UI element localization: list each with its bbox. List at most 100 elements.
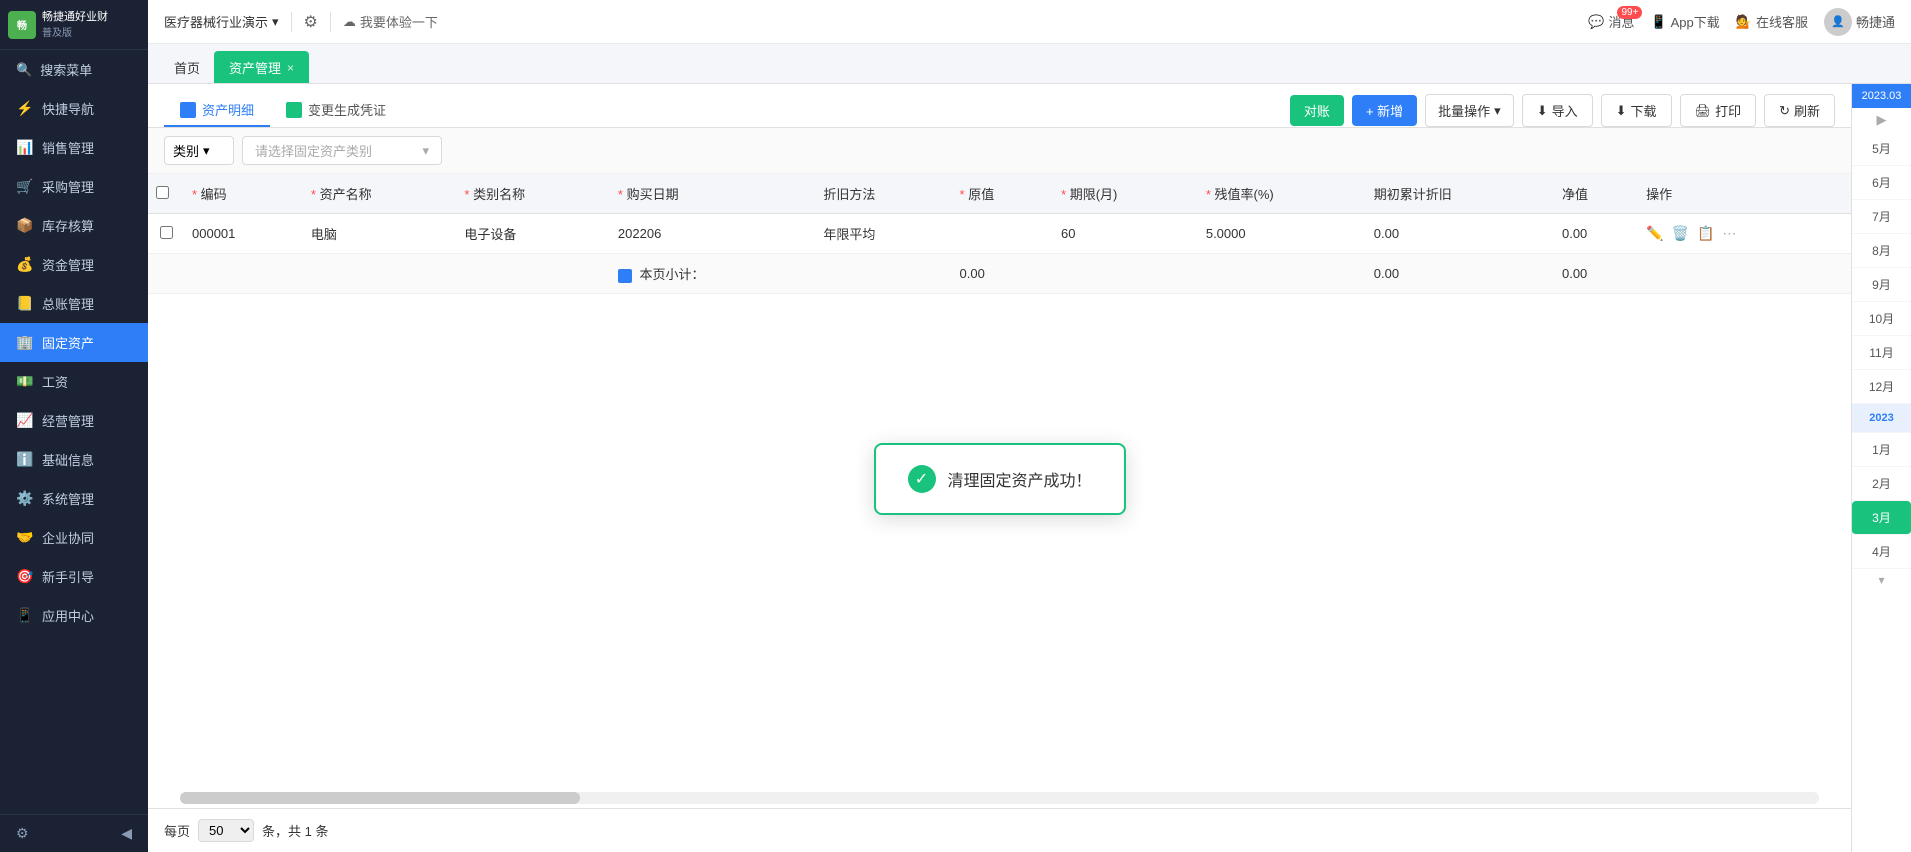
print-button[interactable]: 🖨 打印 bbox=[1680, 94, 1757, 127]
cell-residual-rate: 5.0000 bbox=[1198, 214, 1366, 254]
avatar: 👤 bbox=[1824, 8, 1852, 36]
subtotal-empty8 bbox=[1638, 254, 1851, 294]
sidebar-item-ledger[interactable]: 📒 总账管理 bbox=[0, 284, 148, 323]
topbar-divider bbox=[291, 12, 292, 32]
subtotal-empty3 bbox=[303, 254, 457, 294]
sidebar-item-label: 采购管理 bbox=[42, 177, 94, 196]
more-icon[interactable]: ⋯ bbox=[1722, 225, 1736, 242]
sidebar-item-salary[interactable]: 💵 工资 bbox=[0, 362, 148, 401]
cal-scroll-down[interactable]: ▾ bbox=[1852, 569, 1911, 591]
refresh-button[interactable]: ↻ 刷新 bbox=[1764, 94, 1835, 127]
sidebar-item-label: 销售管理 bbox=[42, 138, 94, 157]
funds-icon: 💰 bbox=[16, 256, 34, 274]
sidebar-item-purchase[interactable]: 🛒 采购管理 bbox=[0, 167, 148, 206]
cal-month-1[interactable]: 1月 bbox=[1852, 433, 1911, 467]
tab-close-icon[interactable]: × bbox=[287, 61, 294, 75]
sidebar-item-fixed-assets[interactable]: 🏢 固定资产 bbox=[0, 323, 148, 362]
cal-month-7[interactable]: 7月 bbox=[1852, 200, 1911, 234]
table-row: 000001 电脑 电子设备 202206 年限平均 60 5.0000 0.0… bbox=[148, 214, 1851, 254]
cal-month-4[interactable]: 4月 bbox=[1852, 535, 1911, 569]
sidebar-item-quick-nav[interactable]: ⚡ 快捷导航 bbox=[0, 89, 148, 128]
calendar-toggle[interactable]: ▶ bbox=[1852, 108, 1911, 132]
cal-month-3-current[interactable]: 3月 bbox=[1852, 501, 1911, 535]
row-checkbox-cell[interactable] bbox=[148, 214, 184, 254]
import-button[interactable]: ⬇ 导入 bbox=[1522, 94, 1593, 127]
select-all-checkbox[interactable] bbox=[156, 186, 169, 199]
experience-label: 我要体验一下 bbox=[360, 12, 438, 31]
cell-purchase-date: 202206 bbox=[610, 214, 815, 254]
sidebar-item-inventory[interactable]: 📦 库存核算 bbox=[0, 206, 148, 245]
cal-month-6[interactable]: 6月 bbox=[1852, 166, 1911, 200]
col-category: 类别名称 bbox=[456, 174, 610, 214]
delete-icon[interactable]: 🗑️ bbox=[1672, 225, 1689, 242]
message-button[interactable]: 💬 消息 99+ bbox=[1588, 12, 1634, 31]
category-select[interactable]: 类别 ▾ bbox=[164, 136, 234, 165]
calendar-months: 5月 6月 7月 8月 9月 10月 11月 12月 2023 1月 2月 3月… bbox=[1852, 132, 1911, 852]
sidebar-item-label: 资金管理 bbox=[42, 255, 94, 274]
pagination: 每页 50 100 200 条，共 1 条 bbox=[148, 808, 1851, 852]
sales-icon: 📊 bbox=[16, 139, 34, 157]
guide-icon: 🎯 bbox=[16, 568, 34, 586]
sidebar-item-operations[interactable]: 📈 经营管理 bbox=[0, 401, 148, 440]
sidebar-item-funds[interactable]: 💰 资金管理 bbox=[0, 245, 148, 284]
page-size-select[interactable]: 50 100 200 bbox=[198, 819, 254, 842]
cal-month-12[interactable]: 12月 bbox=[1852, 370, 1911, 404]
cal-month-5[interactable]: 5月 bbox=[1852, 132, 1911, 166]
sidebar-item-sales[interactable]: 📊 销售管理 bbox=[0, 128, 148, 167]
sidebar-item-app-center[interactable]: 📱 应用中心 bbox=[0, 596, 148, 635]
cal-month-2[interactable]: 2月 bbox=[1852, 467, 1911, 501]
search-menu-button[interactable]: 🔍 搜索菜单 bbox=[0, 50, 148, 89]
reconcile-button[interactable]: 对账 bbox=[1290, 95, 1344, 126]
tab-home[interactable]: 首页 bbox=[164, 52, 210, 83]
sidebar-item-basic-info[interactable]: ℹ️ 基础信息 bbox=[0, 440, 148, 479]
cal-month-9[interactable]: 9月 bbox=[1852, 268, 1911, 302]
settings-icon[interactable]: ⚙ bbox=[16, 825, 29, 842]
import-label: 导入 bbox=[1552, 101, 1578, 120]
sub-tabbar: 资产明细 变更生成凭证 对账 + 新增 批量操作 ▾ ⬇ 导入 bbox=[148, 84, 1851, 128]
sidebar-item-guide[interactable]: 🎯 新手引导 bbox=[0, 557, 148, 596]
download-button[interactable]: ⬇ 下载 bbox=[1601, 94, 1672, 127]
col-accumulated-depreciation: 期初累计折旧 bbox=[1366, 174, 1554, 214]
edit-icon[interactable]: ✏️ bbox=[1646, 225, 1663, 242]
online-service-button[interactable]: 💁 在线客服 bbox=[1736, 12, 1808, 31]
download-icon2: ⬇ bbox=[1616, 103, 1627, 119]
basic-info-icon: ℹ️ bbox=[16, 451, 34, 469]
cal-month-10[interactable]: 10月 bbox=[1852, 302, 1911, 336]
category-placeholder: 请选择固定资产类别 bbox=[255, 141, 372, 160]
new-button[interactable]: + 新增 bbox=[1352, 95, 1417, 126]
sidebar-item-label: 新手引导 bbox=[42, 567, 94, 586]
batch-ops-label: 批量操作 bbox=[1438, 101, 1490, 120]
topbar-right: 💬 消息 99+ 📱 App下载 💁 在线客服 👤 畅捷通 bbox=[1588, 8, 1895, 36]
sub-tab-change-voucher[interactable]: 变更生成凭证 bbox=[270, 94, 402, 127]
subtotal-empty7 bbox=[1198, 254, 1366, 294]
company-selector[interactable]: 医疗器械行业演示 ▾ bbox=[164, 12, 279, 31]
copy-icon[interactable]: 📋 bbox=[1697, 225, 1714, 242]
refresh-icon: ↻ bbox=[1779, 103, 1790, 119]
sidebar-item-system[interactable]: ⚙️ 系统管理 bbox=[0, 479, 148, 518]
cal-month-11[interactable]: 11月 bbox=[1852, 336, 1911, 370]
inventory-icon: 📦 bbox=[16, 217, 34, 235]
collapse-icon[interactable]: ◀ bbox=[121, 825, 132, 842]
topbar-gear-icon[interactable]: ⚙ bbox=[304, 12, 318, 32]
cell-category: 电子设备 bbox=[456, 214, 610, 254]
cal-month-8[interactable]: 8月 bbox=[1852, 234, 1911, 268]
change-voucher-icon bbox=[286, 102, 302, 118]
category-input[interactable]: 请选择固定资产类别 ▾ bbox=[242, 136, 442, 165]
tab-assets-label: 资产管理 bbox=[229, 58, 281, 77]
horizontal-scrollbar[interactable] bbox=[180, 792, 1819, 804]
sidebar-item-label: 基础信息 bbox=[42, 450, 94, 469]
user-menu[interactable]: 👤 畅捷通 bbox=[1824, 8, 1895, 36]
sidebar-item-cooperation[interactable]: 🤝 企业协同 bbox=[0, 518, 148, 557]
table-container: 编码 资产名称 类别名称 购买日期 折旧方法 原值 期限(月) 残值率(%) 期… bbox=[148, 174, 1851, 784]
experience-button[interactable]: ☁ 我要体验一下 bbox=[343, 12, 438, 31]
row-checkbox[interactable] bbox=[160, 226, 173, 239]
message-icon: 💬 bbox=[1588, 14, 1604, 30]
batch-ops-button[interactable]: 批量操作 ▾ bbox=[1425, 94, 1514, 127]
scrollbar-thumb[interactable] bbox=[180, 792, 580, 804]
cell-net-value: 0.00 bbox=[1554, 214, 1638, 254]
select-all-header[interactable] bbox=[148, 174, 184, 214]
category-chevron: ▾ bbox=[203, 143, 210, 159]
app-download-button[interactable]: 📱 App下载 bbox=[1650, 12, 1719, 31]
tab-assets[interactable]: 资产管理 × bbox=[214, 51, 309, 83]
sub-tab-asset-detail[interactable]: 资产明细 bbox=[164, 94, 270, 127]
